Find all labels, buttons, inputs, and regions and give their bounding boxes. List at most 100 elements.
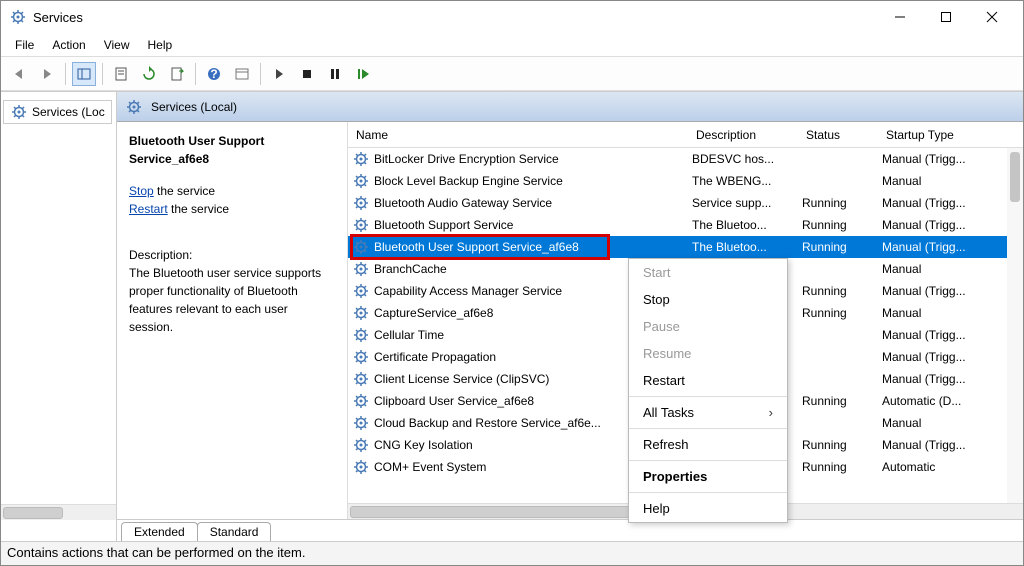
back-button[interactable] (7, 62, 31, 86)
service-status: Running (798, 306, 878, 320)
service-startup-type: Manual (Trigg... (878, 218, 1023, 232)
ctx-separator (629, 396, 787, 397)
ctx-pause: Pause (629, 313, 787, 340)
content-header: Services (Local) (117, 92, 1023, 122)
service-status: Running (798, 438, 878, 452)
ctx-properties[interactable]: Properties (629, 463, 787, 490)
start-service-button[interactable] (267, 62, 291, 86)
gear-icon (352, 283, 370, 299)
svg-text:?: ? (210, 67, 217, 81)
gear-icon (352, 305, 370, 321)
view-button[interactable] (230, 62, 254, 86)
nav-hscrollbar[interactable] (1, 504, 116, 520)
export-button[interactable] (165, 62, 189, 86)
service-list: Name Description Status Startup Type Bit… (347, 122, 1023, 519)
show-hide-tree-button[interactable] (72, 62, 96, 86)
service-startup-type: Manual (Trigg... (878, 284, 1023, 298)
forward-button[interactable] (35, 62, 59, 86)
window-controls (877, 1, 1015, 33)
close-button[interactable] (969, 1, 1015, 33)
menu-action[interactable]: Action (44, 36, 93, 54)
menu-file[interactable]: File (7, 36, 42, 54)
restart-service-button[interactable] (351, 62, 375, 86)
gear-icon (352, 393, 370, 409)
scrollbar-thumb[interactable] (1010, 152, 1020, 202)
maximize-button[interactable] (923, 1, 969, 33)
toolbar-separator (65, 63, 66, 85)
service-name: CNG Key Isolation (374, 438, 473, 452)
menu-view[interactable]: View (96, 36, 138, 54)
service-startup-type: Manual (Trigg... (878, 372, 1023, 386)
menubar: File Action View Help (1, 33, 1023, 57)
content-header-title: Services (Local) (151, 100, 237, 114)
col-name[interactable]: Name (348, 128, 688, 142)
stop-service-line: Stop the service (129, 182, 335, 200)
gear-icon (352, 437, 370, 453)
restart-service-line: Restart the service (129, 200, 335, 218)
service-name: CaptureService_af6e8 (374, 306, 493, 320)
toolbar-separator (102, 63, 103, 85)
col-description[interactable]: Description (688, 128, 798, 142)
menu-help[interactable]: Help (140, 36, 181, 54)
scrollbar-thumb[interactable] (350, 506, 630, 518)
toolbar: ? (1, 57, 1023, 91)
service-name: Cellular Time (374, 328, 444, 342)
service-startup-type: Manual (878, 262, 1023, 276)
gear-icon (352, 459, 370, 475)
service-name: COM+ Event System (374, 460, 486, 474)
description-label: Description: (129, 246, 335, 264)
service-status: Running (798, 284, 878, 298)
ctx-restart[interactable]: Restart (629, 367, 787, 394)
statusbar: Contains actions that can be performed o… (1, 541, 1023, 565)
gear-icon (352, 239, 370, 255)
service-status: Running (798, 240, 878, 254)
service-status: Running (798, 460, 878, 474)
restart-service-link[interactable]: Restart (129, 202, 168, 216)
refresh-button[interactable] (137, 62, 161, 86)
scrollbar-thumb[interactable] (3, 507, 63, 519)
service-description: The Bluetoo... (688, 240, 798, 254)
service-startup-type: Manual (Trigg... (878, 350, 1023, 364)
tab-extended[interactable]: Extended (121, 522, 198, 541)
tab-standard[interactable]: Standard (197, 522, 272, 541)
minimize-button[interactable] (877, 1, 923, 33)
service-startup-type: Manual (878, 306, 1023, 320)
table-row[interactable]: Bluetooth User Support Service_af6e8The … (348, 236, 1023, 258)
ctx-all-tasks[interactable]: All Tasks (629, 399, 787, 426)
nav-item-label: Services (Loc (32, 105, 105, 119)
services-window: Services File Action View Help ? (0, 0, 1024, 566)
properties-button[interactable] (109, 62, 133, 86)
nav-tree[interactable]: Services (Loc (1, 92, 117, 541)
gear-icon (125, 99, 143, 115)
gear-icon (352, 195, 370, 211)
description-text: The Bluetooth user service supports prop… (129, 264, 335, 336)
toolbar-separator (195, 63, 196, 85)
gear-icon (352, 261, 370, 277)
ctx-resume: Resume (629, 340, 787, 367)
col-startup-type[interactable]: Startup Type (878, 128, 1023, 142)
context-menu: Start Stop Pause Resume Restart All Task… (628, 258, 788, 523)
pause-service-button[interactable] (323, 62, 347, 86)
col-status[interactable]: Status (798, 128, 878, 142)
gear-icon (352, 349, 370, 365)
service-startup-type: Automatic (878, 460, 1023, 474)
gear-icon (352, 173, 370, 189)
detail-pane: Bluetooth User Support Service_af6e8 Sto… (117, 122, 347, 519)
ctx-help[interactable]: Help (629, 495, 787, 522)
stop-service-button[interactable] (295, 62, 319, 86)
table-row[interactable]: Bluetooth Support ServiceThe Bluetoo...R… (348, 214, 1023, 236)
ctx-start: Start (629, 259, 787, 286)
service-description: BDESVC hos... (688, 152, 798, 166)
service-startup-type: Manual (878, 416, 1023, 430)
list-vscrollbar[interactable] (1007, 148, 1023, 503)
ctx-refresh[interactable]: Refresh (629, 431, 787, 458)
table-row[interactable]: Block Level Backup Engine ServiceThe WBE… (348, 170, 1023, 192)
table-row[interactable]: Bluetooth Audio Gateway ServiceService s… (348, 192, 1023, 214)
table-row[interactable]: BitLocker Drive Encryption ServiceBDESVC… (348, 148, 1023, 170)
service-description: Service supp... (688, 196, 798, 210)
help-button[interactable]: ? (202, 62, 226, 86)
nav-item-services-local[interactable]: Services (Loc (3, 100, 112, 124)
stop-service-link[interactable]: Stop (129, 184, 154, 198)
gear-icon (352, 217, 370, 233)
ctx-stop[interactable]: Stop (629, 286, 787, 313)
